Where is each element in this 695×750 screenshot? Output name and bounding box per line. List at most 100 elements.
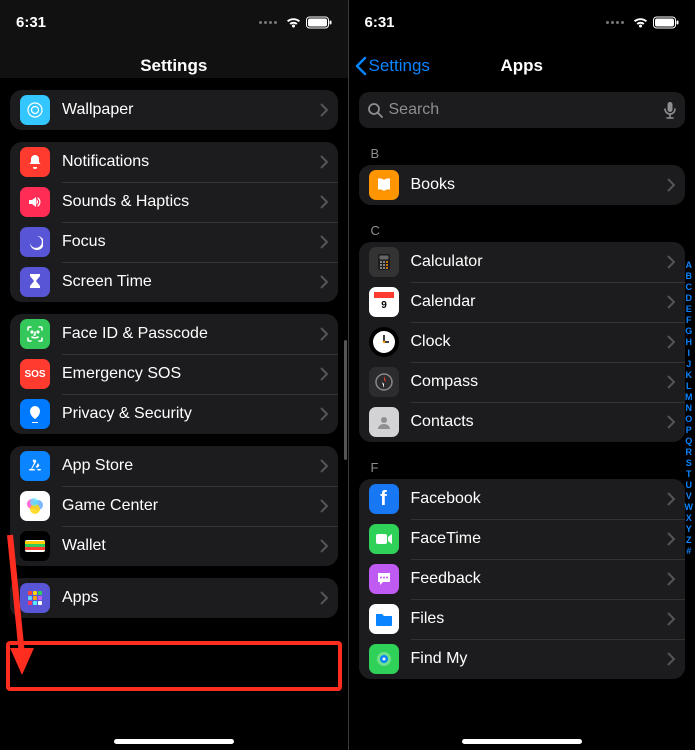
mic-icon[interactable] [663, 101, 677, 119]
index-letter[interactable]: H [685, 337, 694, 348]
row-label: Privacy & Security [62, 405, 320, 423]
index-letter[interactable]: Z [685, 535, 694, 546]
row-sos[interactable]: SOS Emergency SOS [10, 354, 338, 394]
chevron-right-icon [320, 155, 328, 169]
row-label: Facebook [411, 490, 668, 508]
row-apps[interactable]: Apps [10, 578, 338, 618]
chevron-right-icon [320, 367, 328, 381]
row-findmy[interactable]: Find My [359, 639, 686, 679]
cellular-dots-icon [606, 21, 624, 24]
group-c: Calculator 9 Calendar Clock [359, 242, 686, 442]
row-label: Sounds & Haptics [62, 193, 320, 211]
cellular-dots-icon [259, 21, 277, 24]
group-appstore: App Store Game Center Wallet [10, 446, 338, 566]
index-letter[interactable]: W [685, 502, 694, 513]
chevron-right-icon [667, 532, 675, 546]
row-wallpaper[interactable]: Wallpaper [10, 90, 338, 130]
row-calendar[interactable]: 9 Calendar [359, 282, 686, 322]
screentime-icon [20, 267, 50, 297]
index-letter[interactable]: # [685, 546, 694, 557]
apps-icon [20, 583, 50, 613]
row-sounds[interactable]: Sounds & Haptics [10, 182, 338, 222]
index-letter[interactable]: R [685, 447, 694, 458]
row-books[interactable]: Books [359, 165, 686, 205]
row-label: Game Center [62, 497, 320, 515]
row-clock[interactable]: Clock [359, 322, 686, 362]
row-wallet[interactable]: Wallet [10, 526, 338, 566]
wallet-icon [20, 531, 50, 561]
wifi-icon [285, 16, 302, 29]
index-letter[interactable]: U [685, 480, 694, 491]
index-letter[interactable]: V [685, 491, 694, 502]
search-icon [367, 102, 383, 118]
search-input[interactable] [389, 101, 658, 119]
row-label: Contacts [411, 413, 668, 431]
index-letter[interactable]: I [685, 348, 694, 359]
clock-icon [369, 327, 399, 357]
index-letter[interactable]: N [685, 403, 694, 414]
row-label: Apps [62, 589, 320, 607]
sos-icon: SOS [20, 359, 50, 389]
status-right [259, 16, 332, 29]
row-focus[interactable]: Focus [10, 222, 338, 262]
row-label: FaceTime [411, 530, 668, 548]
status-bar: 6:31 [349, 0, 695, 44]
row-label: Compass [411, 373, 668, 391]
chevron-right-icon [667, 295, 675, 309]
group-security: Face ID & Passcode SOS Emergency SOS Pri… [10, 314, 338, 434]
scroll-indicator[interactable] [344, 340, 347, 460]
index-letter[interactable]: F [685, 315, 694, 326]
row-label: Books [411, 176, 668, 194]
search-field[interactable] [359, 92, 686, 128]
row-privacy[interactable]: Privacy & Security [10, 394, 338, 434]
index-letter[interactable]: J [685, 359, 694, 370]
row-label: App Store [62, 457, 320, 475]
row-label: Face ID & Passcode [62, 325, 320, 343]
index-letter[interactable]: O [685, 414, 694, 425]
row-facebook[interactable]: f Facebook [359, 479, 686, 519]
feedback-icon [369, 564, 399, 594]
index-letter[interactable]: Q [685, 436, 694, 447]
row-facetime[interactable]: FaceTime [359, 519, 686, 559]
index-letter[interactable]: M [685, 392, 694, 403]
row-calculator[interactable]: Calculator [359, 242, 686, 282]
back-button[interactable]: Settings [349, 56, 430, 76]
row-label: Files [411, 610, 668, 628]
index-letter[interactable]: E [685, 304, 694, 315]
row-gamecenter[interactable]: Game Center [10, 486, 338, 526]
index-letter[interactable]: P [685, 425, 694, 436]
row-notifications[interactable]: Notifications [10, 142, 338, 182]
battery-icon [653, 16, 679, 29]
index-letter[interactable]: K [685, 370, 694, 381]
group-b: Books [359, 165, 686, 205]
row-contacts[interactable]: Contacts [359, 402, 686, 442]
row-screentime[interactable]: Screen Time [10, 262, 338, 302]
index-letter[interactable]: G [685, 326, 694, 337]
alpha-index-bar[interactable]: ABCDEFGHIJKLMNOPQRSTUVWXYZ# [685, 260, 694, 557]
contacts-icon [369, 407, 399, 437]
home-indicator[interactable] [114, 739, 234, 744]
index-letter[interactable]: C [685, 282, 694, 293]
settings-root-screen: 6:31 Settings Wallpaper [0, 0, 348, 750]
home-indicator[interactable] [462, 739, 582, 744]
row-faceid[interactable]: Face ID & Passcode [10, 314, 338, 354]
group-f: f Facebook FaceTime Feedback [359, 479, 686, 679]
row-files[interactable]: Files [359, 599, 686, 639]
row-feedback[interactable]: Feedback [359, 559, 686, 599]
row-compass[interactable]: Compass [359, 362, 686, 402]
chevron-right-icon [320, 103, 328, 117]
index-letter[interactable]: T [685, 469, 694, 480]
chevron-right-icon [667, 652, 675, 666]
index-letter[interactable]: S [685, 458, 694, 469]
row-label: Wallet [62, 537, 320, 555]
index-letter[interactable]: Y [685, 524, 694, 535]
chevron-right-icon [320, 195, 328, 209]
index-letter[interactable]: X [685, 513, 694, 524]
index-letter[interactable]: D [685, 293, 694, 304]
index-letter[interactable]: A [685, 260, 694, 271]
chevron-right-icon [667, 492, 675, 506]
index-letter[interactable]: B [685, 271, 694, 282]
status-time: 6:31 [365, 14, 395, 31]
row-appstore[interactable]: App Store [10, 446, 338, 486]
index-letter[interactable]: L [685, 381, 694, 392]
